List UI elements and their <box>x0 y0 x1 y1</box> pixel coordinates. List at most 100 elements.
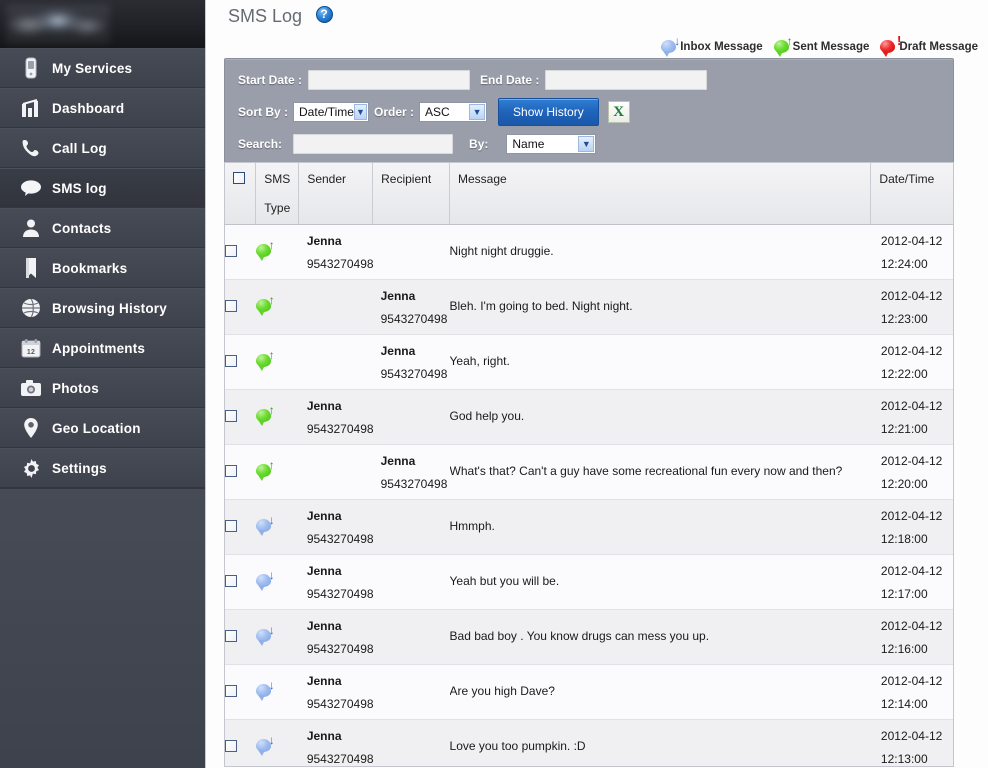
row-message-cell: Hmmph. <box>450 500 871 555</box>
row-checkbox[interactable] <box>225 685 237 697</box>
search-by-label: By: <box>469 137 488 151</box>
sms-type-icon: ↓ <box>256 739 274 755</box>
sort-by-value: Date/Time <box>299 105 354 119</box>
row-select-cell <box>225 280 256 335</box>
row-sender-name: Jenna <box>307 564 342 578</box>
row-date: 2012-04-12 <box>881 674 942 688</box>
legend-label-inbox: Inbox Message <box>680 41 762 53</box>
row-time: 12:23:00 <box>881 312 928 326</box>
row-recipient-cell <box>373 390 450 445</box>
row-sender-name: Jenna <box>307 399 342 413</box>
row-recipient-cell: Jenna9543270498 <box>373 280 450 335</box>
globe-icon <box>14 294 48 322</box>
row-checkbox[interactable] <box>225 630 237 642</box>
start-date-input[interactable] <box>308 70 470 90</box>
search-label: Search: <box>238 137 282 151</box>
draft-bubble-icon: ! <box>880 40 895 53</box>
row-time: 12:22:00 <box>881 367 928 381</box>
row-date: 2012-04-12 <box>881 344 942 358</box>
column-header-message[interactable]: Message <box>450 163 871 225</box>
table-row[interactable]: ↑Jenna9543270498Night night druggie.2012… <box>225 225 953 280</box>
row-recipient-name: Jenna <box>381 454 416 468</box>
table-row[interactable]: ↓Jenna9543270498Hmmph.2012-04-1212:18:00 <box>225 500 953 555</box>
row-recipient-cell <box>373 500 450 555</box>
select-all-checkbox[interactable] <box>233 172 245 184</box>
row-sender-phone: 9543270498 <box>307 587 374 601</box>
column-header-recipient[interactable]: Recipient <box>373 163 450 225</box>
row-checkbox[interactable] <box>225 740 237 752</box>
table-row[interactable]: ↓Jenna9543270498Bad bad boy . You know d… <box>225 610 953 665</box>
sidebar-item-call-log[interactable]: Call Log <box>0 128 205 168</box>
camera-icon <box>14 374 48 402</box>
sms-type-icon: ↓ <box>256 574 274 590</box>
row-recipient-cell <box>373 665 450 720</box>
row-checkbox[interactable] <box>225 465 237 477</box>
help-icon[interactable]: ? <box>316 6 333 23</box>
row-datetime-cell: 2012-04-12 12:22:00 <box>871 335 953 390</box>
row-message-cell: God help you. <box>450 390 871 445</box>
sort-by-select[interactable]: Date/Time ▼ <box>293 102 369 122</box>
sidebar-item-my-services[interactable]: My Services <box>0 48 205 88</box>
sidebar-item-dashboard[interactable]: Dashboard <box>0 88 205 128</box>
row-sender-phone: 9543270498 <box>307 422 374 436</box>
inbox-bubble-icon: ↓ <box>256 629 271 642</box>
table-row[interactable]: ↑Jenna9543270498Yeah, right.2012-04-1212… <box>225 335 953 390</box>
search-by-select[interactable]: Name ▼ <box>506 134 596 154</box>
search-input[interactable] <box>293 134 453 154</box>
row-recipient-phone: 9543270498 <box>381 312 448 326</box>
row-checkbox[interactable] <box>225 300 237 312</box>
column-header-datetime[interactable]: Date/Time <box>871 163 953 225</box>
calendar-icon: 12 <box>14 334 48 362</box>
row-checkbox[interactable] <box>225 575 237 587</box>
sidebar-item-contacts[interactable]: Contacts <box>0 208 205 248</box>
sidebar-item-settings[interactable]: Settings <box>0 448 205 488</box>
sms-type-icon: ↓ <box>256 519 274 535</box>
row-date: 2012-04-12 <box>881 454 942 468</box>
legend-label-draft: Draft Message <box>899 41 978 53</box>
sidebar-item-bookmarks[interactable]: Bookmarks <box>0 248 205 288</box>
end-date-input[interactable] <box>545 70 707 90</box>
legend-item-inbox: ↓ Inbox Message <box>661 40 762 53</box>
column-header-sender[interactable]: Sender <box>299 163 373 225</box>
export-excel-icon[interactable]: X <box>608 101 630 123</box>
row-checkbox[interactable] <box>225 410 237 422</box>
order-select[interactable]: ASC ▼ <box>419 102 487 122</box>
page-header: SMS Log ? <box>206 0 988 34</box>
start-date-label: Start Date : <box>238 73 302 87</box>
table-row[interactable]: ↑ Jenna 9543270498What's that? Can't a guy… <box>225 445 953 500</box>
table-row[interactable]: ↓Jenna9543270498Are you high Dave?2012-0… <box>225 665 953 720</box>
table-row[interactable]: ↓Jenna9543270498Love you too pumpkin. :D… <box>225 720 953 768</box>
row-checkbox[interactable] <box>225 520 237 532</box>
sidebar-item-geo-location[interactable]: Geo Location <box>0 408 205 448</box>
sidebar-item-browsing-history[interactable]: Browsing History <box>0 288 205 328</box>
row-message-cell: What's that? Can't a guy have some recre… <box>450 445 871 500</box>
row-select-cell <box>225 445 256 500</box>
row-checkbox[interactable] <box>225 355 237 367</box>
sidebar-item-sms-log[interactable]: SMS log <box>0 168 205 208</box>
row-datetime-cell: 2012-04-1212:17:00 <box>871 555 953 610</box>
table-row[interactable]: ↓Jenna9543270498Yeah but you will be.201… <box>225 555 953 610</box>
sms-type-icon: ↑ <box>256 464 274 480</box>
inbox-bubble-icon: ↓ <box>661 40 676 53</box>
table-row[interactable]: ↑Jenna9543270498God help you.2012-04-121… <box>225 390 953 445</box>
legend-item-draft: ! Draft Message <box>880 40 978 53</box>
column-header-sms-type[interactable]: SMS Type <box>256 163 299 225</box>
search-by-value: Name <box>512 137 544 151</box>
row-datetime-cell: 2012-04-1212:16:00 <box>871 610 953 665</box>
sidebar-item-label: SMS log <box>52 181 107 196</box>
order-value: ASC <box>425 105 450 119</box>
sidebar-item-photos[interactable]: Photos <box>0 368 205 408</box>
phone-handset-icon <box>14 134 48 162</box>
row-recipient-name: Jenna <box>381 344 416 358</box>
sidebar-item-label: Contacts <box>52 221 111 236</box>
row-checkbox[interactable] <box>225 245 237 257</box>
row-sender-cell <box>299 280 373 335</box>
row-recipient-cell: Jenna 9543270498 <box>373 445 450 500</box>
row-recipient-phone: 9543270498 <box>381 477 448 491</box>
sidebar-item-appointments[interactable]: 12Appointments <box>0 328 205 368</box>
brand-logo[interactable] <box>0 0 205 48</box>
table-row[interactable]: ↑Jenna9543270498Bleh. I'm going to bed. … <box>225 280 953 335</box>
page-title: SMS Log <box>228 6 302 27</box>
show-history-button[interactable]: Show History <box>498 98 599 126</box>
row-message-cell: Night night druggie. <box>450 225 871 280</box>
